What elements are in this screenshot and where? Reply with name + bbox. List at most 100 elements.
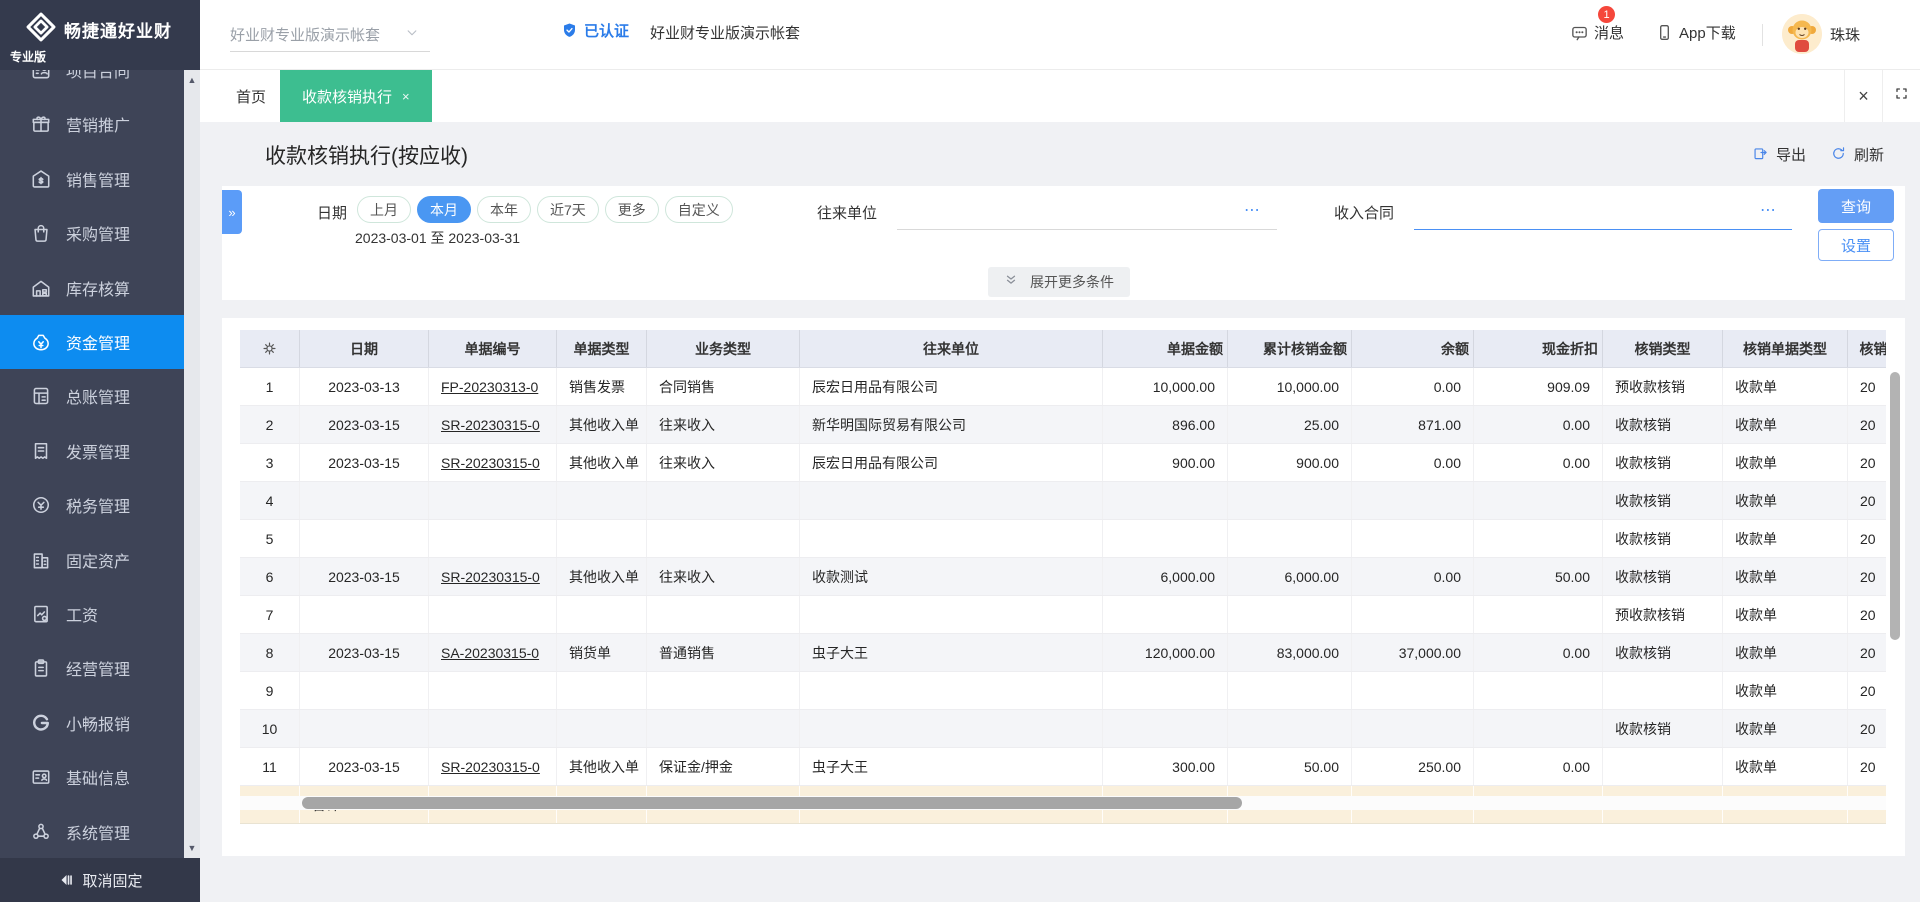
filter-collapse-button[interactable]: » [222, 190, 242, 234]
sidebar-scrollbar[interactable]: ▲ ▼ [184, 70, 200, 858]
table-row-6[interactable]: 62023-03-15SR-20230315-0其他收入单往来收入收款测试6,0… [240, 558, 1886, 596]
table-cell [800, 710, 1103, 747]
table-cell[interactable]: SR-20230315-0 [429, 406, 557, 443]
sidebar-item-label: 资金管理 [66, 330, 130, 354]
column-header-3: 单据类型 [557, 330, 647, 367]
messages-button[interactable]: 消息 [1570, 22, 1624, 43]
table-cell: 虫子大王 [800, 634, 1103, 671]
sidebar-item-9[interactable]: 税务管理 [0, 478, 184, 532]
table-cell[interactable]: FP-20230313-0 [429, 368, 557, 405]
search-button[interactable]: 查询 [1818, 189, 1894, 223]
sidebar-item-4[interactable]: 采购管理 [0, 206, 184, 260]
table-cell [647, 710, 800, 747]
date-pill-本年[interactable]: 本年 [477, 196, 531, 223]
export-button[interactable]: 导出 [1752, 144, 1806, 165]
tab-close-icon[interactable]: × [402, 89, 410, 104]
scroll-down-icon[interactable]: ▼ [184, 840, 200, 856]
messages-label: 消息 [1594, 22, 1624, 43]
table-row-4[interactable]: 4收款核销收款单20 [240, 482, 1886, 520]
sidebar-item-3[interactable]: 销售管理 [0, 152, 184, 206]
table-cell: 20 [1848, 368, 1886, 405]
sidebar-item-8[interactable]: 发票管理 [0, 424, 184, 478]
tab-home[interactable]: 首页 [222, 70, 280, 122]
table-cell: 预收款核销 [1603, 368, 1723, 405]
table-cell: 收款核销 [1603, 444, 1723, 481]
partner-picker-icon[interactable]: ⋯ [1244, 200, 1261, 220]
contract-input[interactable] [1414, 192, 1792, 230]
sidebar-item-label: 经营管理 [66, 656, 130, 680]
settings-button[interactable]: 设置 [1818, 229, 1894, 261]
partner-input[interactable] [897, 192, 1277, 230]
date-pill-近7天[interactable]: 近7天 [537, 196, 599, 223]
table-row-10[interactable]: 10收款核销收款单20 [240, 710, 1886, 748]
table-cell[interactable]: SA-20230315-0 [429, 634, 557, 671]
scroll-up-icon[interactable]: ▲ [184, 72, 200, 88]
date-pill-自定义[interactable]: 自定义 [665, 196, 733, 223]
account-set-dropdown[interactable]: 好业财专业版演示帐套 [230, 18, 430, 52]
horizontal-scrollbar-thumb[interactable] [302, 797, 1242, 809]
table-cell [1103, 520, 1228, 557]
table-cell: 收款测试 [800, 558, 1103, 595]
column-header-8: 余额 [1352, 330, 1474, 367]
table-cell: 0.00 [1352, 444, 1474, 481]
table-cell: 普通销售 [647, 634, 800, 671]
page-header: 收款核销执行(按应收) 导出 刷新 [200, 122, 1920, 186]
horizontal-scrollbar[interactable] [240, 796, 1886, 810]
table-cell[interactable]: SR-20230315-0 [429, 748, 557, 785]
table-row-9[interactable]: 9收款单20 [240, 672, 1886, 710]
table-row-5[interactable]: 5收款核销收款单20 [240, 520, 1886, 558]
table-cell [557, 482, 647, 519]
sidebar-item-6[interactable]: 资金管理 [0, 315, 184, 369]
date-pill-本月[interactable]: 本月 [417, 196, 471, 223]
contract-picker-icon[interactable]: ⋯ [1760, 200, 1777, 220]
date-pill-上月[interactable]: 上月 [357, 196, 411, 223]
table-cell [1352, 482, 1474, 519]
refresh-button[interactable]: 刷新 [1830, 144, 1884, 165]
expand-more-conditions-button[interactable]: 展开更多条件 [988, 267, 1130, 297]
table-cell [557, 710, 647, 747]
date-pill-更多[interactable]: 更多 [605, 196, 659, 223]
sidebar-item-7[interactable]: 总账管理 [0, 369, 184, 423]
table-row-1[interactable]: 12023-03-13FP-20230313-0销售发票合同销售辰宏日用品有限公… [240, 368, 1886, 406]
sidebar-item-10[interactable]: 固定资产 [0, 533, 184, 587]
table-cell [1603, 748, 1723, 785]
table-panel: 日期单据编号单据类型业务类型往来单位单据金额累计核销金额余额现金折扣核销类型核销… [222, 318, 1905, 856]
table-cell [1474, 482, 1603, 519]
table-cell: 收款单 [1723, 368, 1848, 405]
table-row-3[interactable]: 32023-03-15SR-20230315-0其他收入单往来收入辰宏日用品有限… [240, 444, 1886, 482]
sidebar-item-14[interactable]: 基础信息 [0, 750, 184, 804]
fullscreen-button[interactable] [1882, 70, 1920, 122]
avatar[interactable] [1782, 14, 1822, 54]
phone-icon [1655, 23, 1674, 42]
table-cell[interactable]: SR-20230315-0 [429, 444, 557, 481]
row-number: 5 [240, 520, 300, 557]
sidebar-item-2[interactable]: 营销推广 [0, 97, 184, 151]
sidebar-item-5[interactable]: 库存核算 [0, 261, 184, 315]
table-cell[interactable]: SR-20230315-0 [429, 558, 557, 595]
chevron-down-icon[interactable] [405, 26, 419, 40]
table-cell [1103, 596, 1228, 633]
column-settings-button[interactable] [240, 330, 300, 367]
table-row-2[interactable]: 22023-03-15SR-20230315-0其他收入单往来收入新华明国际贸易… [240, 406, 1886, 444]
table-cell: 83,000.00 [1228, 634, 1352, 671]
table-cell: 虫子大王 [800, 748, 1103, 785]
table-row-8[interactable]: 82023-03-15SA-20230315-0销货单普通销售虫子大王120,0… [240, 634, 1886, 672]
tab-home-label: 首页 [236, 86, 266, 107]
table-cell: 收款单 [1723, 406, 1848, 443]
sidebar-item-15[interactable]: 系统管理 [0, 805, 184, 858]
vertical-scrollbar-thumb[interactable] [1890, 372, 1900, 640]
app-download-button[interactable]: App下载 [1655, 22, 1736, 43]
column-header-6: 单据金额 [1103, 330, 1228, 367]
sidebar-item-11[interactable]: 工资 [0, 587, 184, 641]
column-header-2: 单据编号 [429, 330, 557, 367]
sidebar-item-13[interactable]: 小畅报销 [0, 696, 184, 750]
sidebar-item-12[interactable]: 经营管理 [0, 641, 184, 695]
close-pane-button[interactable]: × [1844, 70, 1882, 122]
table-cell: 896.00 [1103, 406, 1228, 443]
table-row-11[interactable]: 112023-03-15SR-20230315-0其他收入单保证金/押金虫子大王… [240, 748, 1886, 786]
table-row-7[interactable]: 7预收款核销收款单20 [240, 596, 1886, 634]
message-bubble-icon [1570, 23, 1589, 42]
unpin-sidebar-button[interactable]: 取消固定 [0, 858, 200, 902]
tab-receipt-settlement[interactable]: 收款核销执行 × [280, 70, 432, 122]
row-number: 1 [240, 368, 300, 405]
